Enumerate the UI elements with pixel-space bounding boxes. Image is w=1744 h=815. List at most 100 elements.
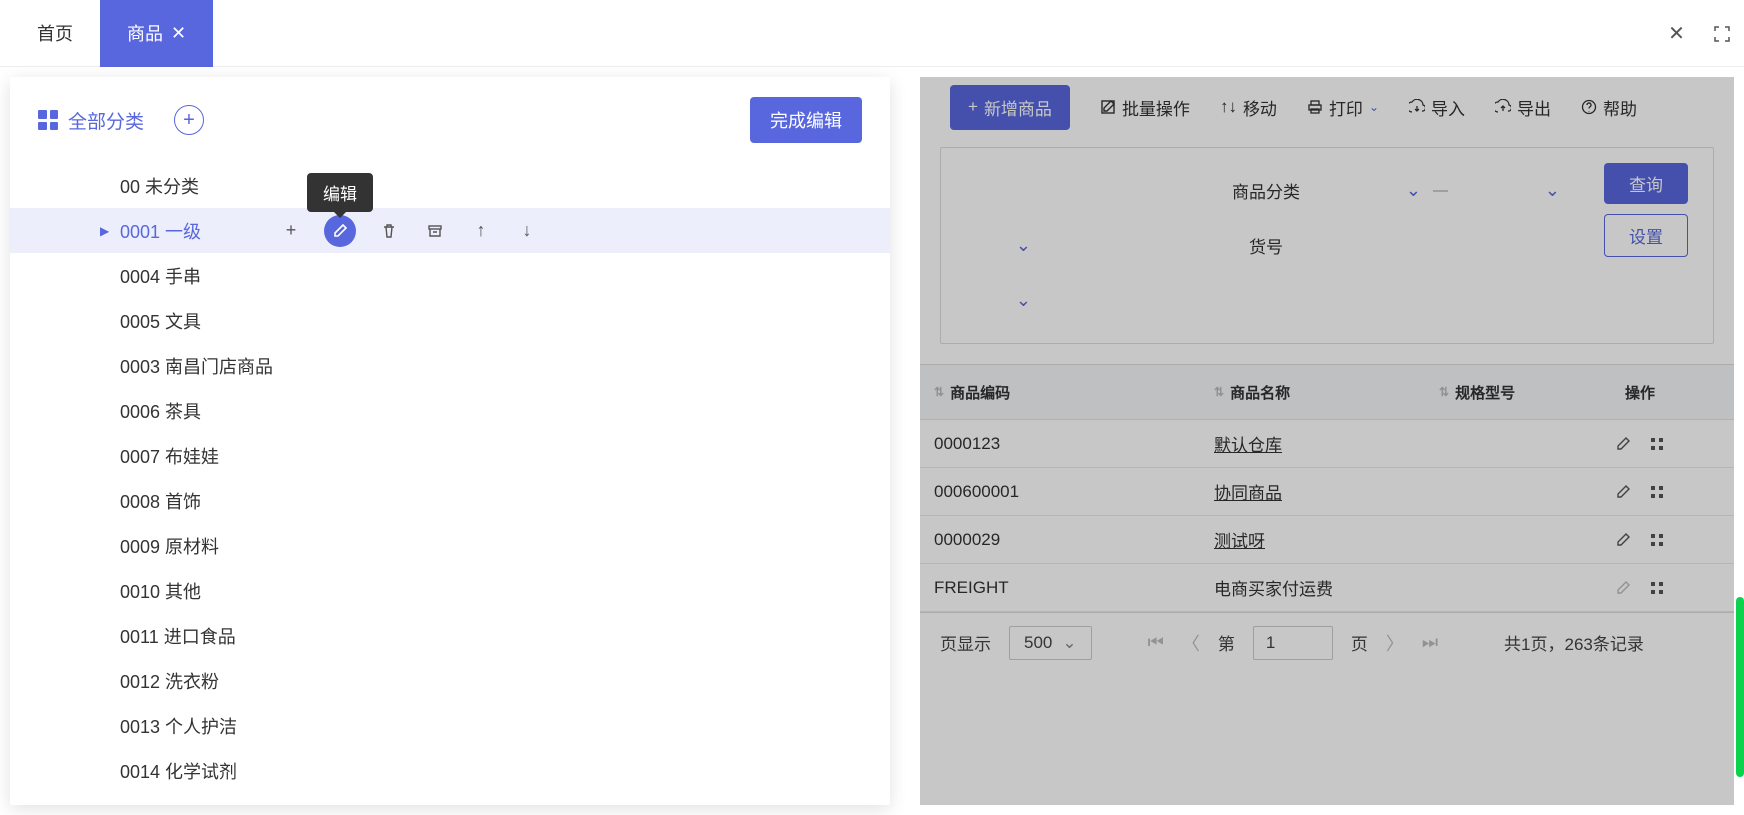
- category-label: 0014 化学试剂: [120, 758, 237, 784]
- category-node[interactable]: 0014 化学试剂: [10, 748, 890, 793]
- row-edit-icon[interactable]: [1615, 436, 1631, 452]
- import-button[interactable]: 导入: [1409, 95, 1465, 120]
- archive-icon[interactable]: [422, 218, 448, 244]
- main-area: + 新增商品 批量操作 ↑↓ 移动 打印 ⌄ 导入 导出: [0, 67, 1744, 815]
- category-node[interactable]: 0006 茶具: [10, 388, 890, 433]
- scrollbar-indicator[interactable]: [1736, 597, 1744, 777]
- category-label: 0005 文具: [120, 308, 201, 334]
- filter-category-select-2[interactable]: ⌄: [1460, 180, 1560, 201]
- category-node[interactable]: 0009 原材料: [10, 523, 890, 568]
- filter-dash: —: [1433, 182, 1448, 199]
- cell-name[interactable]: 协同商品: [1200, 479, 1425, 504]
- category-node[interactable]: 0005 文具: [10, 298, 890, 343]
- print-button[interactable]: 打印 ⌄: [1307, 95, 1379, 120]
- filter-category-select-1[interactable]: ⌄: [1321, 180, 1421, 201]
- cell-ops: [1555, 532, 1725, 548]
- batch-label: 批量操作: [1122, 95, 1190, 120]
- filter-select-b[interactable]: ⌄: [951, 290, 1031, 311]
- query-button[interactable]: 查询: [1604, 163, 1688, 204]
- sort-icon: ⇅: [1439, 385, 1449, 399]
- cell-code: 0000029: [920, 530, 1200, 550]
- move-label: 移动: [1243, 95, 1277, 120]
- export-button[interactable]: 导出: [1495, 95, 1551, 120]
- export-label: 导出: [1517, 95, 1551, 120]
- page-suffix: 页: [1351, 630, 1368, 655]
- per-page-label: 页显示: [940, 630, 991, 655]
- add-category-button[interactable]: +: [174, 105, 204, 135]
- sort-icon: ⇅: [934, 385, 944, 399]
- help-button[interactable]: 帮助: [1581, 95, 1637, 120]
- page-number-input[interactable]: 1: [1253, 626, 1333, 660]
- product-list-panel: + 新增商品 批量操作 ↑↓ 移动 打印 ⌄ 导入 导出: [920, 77, 1734, 805]
- category-label: 00 未分类: [120, 173, 199, 199]
- th-ops-label: 操作: [1625, 382, 1655, 403]
- all-categories-label[interactable]: 全部分类: [68, 107, 144, 134]
- category-label: 0006 茶具: [120, 398, 201, 424]
- category-label: 0007 布娃娃: [120, 443, 219, 469]
- close-panel-icon[interactable]: ✕: [1654, 11, 1699, 56]
- table-row[interactable]: 0000123默认仓库: [920, 420, 1734, 468]
- table-row[interactable]: 000600001协同商品: [920, 468, 1734, 516]
- tab-home[interactable]: 首页: [10, 0, 100, 67]
- batch-action-button[interactable]: 批量操作: [1100, 95, 1190, 120]
- add-product-button[interactable]: + 新增商品: [950, 85, 1070, 130]
- row-edit-icon[interactable]: [1615, 580, 1631, 596]
- tab-close-icon[interactable]: ✕: [171, 23, 186, 44]
- row-more-icon[interactable]: [1649, 436, 1665, 452]
- finish-edit-button[interactable]: 完成编辑: [750, 97, 862, 143]
- fullscreen-icon[interactable]: [1699, 11, 1744, 56]
- delete-icon[interactable]: [376, 218, 402, 244]
- category-label: 0009 原材料: [120, 533, 219, 559]
- category-node[interactable]: 0013 个人护洁: [10, 703, 890, 748]
- pager-summary: 共1页，263条记录: [1504, 630, 1644, 655]
- add-child-icon[interactable]: +: [278, 218, 304, 244]
- category-tree[interactable]: 00 未分类▶0001 一级+编辑↑↓0004 手串0005 文具0003 南昌…: [10, 163, 890, 811]
- pager-prev-icon[interactable]: 〈: [1182, 630, 1200, 656]
- row-edit-icon[interactable]: [1615, 532, 1631, 548]
- per-page-select[interactable]: 500 ⌄: [1009, 626, 1092, 660]
- category-node[interactable]: 0011 进口食品: [10, 613, 890, 658]
- category-node[interactable]: 0010 其他: [10, 568, 890, 613]
- th-name-label: 商品名称: [1230, 382, 1290, 403]
- category-node[interactable]: 0004 手串: [10, 253, 890, 298]
- table-row[interactable]: 0000029测试呀: [920, 516, 1734, 564]
- cell-ops: [1555, 580, 1725, 596]
- category-label: 0001 一级: [120, 218, 201, 244]
- cell-name[interactable]: 默认仓库: [1200, 431, 1425, 456]
- tab-product[interactable]: 商品 ✕: [100, 0, 213, 67]
- table-header: ⇅商品编码 ⇅商品名称 ⇅规格型号 操作: [920, 365, 1734, 420]
- category-node[interactable]: 0007 布娃娃: [10, 433, 890, 478]
- filter-select-a[interactable]: ⌄: [951, 235, 1031, 256]
- pager-first-icon[interactable]: ⏮: [1148, 632, 1164, 653]
- cell-name[interactable]: 测试呀: [1200, 527, 1425, 552]
- th-code[interactable]: ⇅ 商品编码: [920, 382, 1200, 403]
- category-node[interactable]: 0012 洗衣粉: [10, 658, 890, 703]
- category-node[interactable]: 0003 南昌门店商品: [10, 343, 890, 388]
- row-more-icon[interactable]: [1649, 580, 1665, 596]
- chevron-down-icon: ⌄: [1369, 100, 1379, 114]
- row-more-icon[interactable]: [1649, 532, 1665, 548]
- tab-home-label: 首页: [37, 20, 73, 46]
- product-toolbar: + 新增商品 批量操作 ↑↓ 移动 打印 ⌄ 导入 导出: [920, 77, 1734, 137]
- pager-last-icon[interactable]: ⏭: [1422, 632, 1438, 653]
- category-node[interactable]: 00 未分类: [10, 163, 890, 208]
- settings-button[interactable]: 设置: [1604, 214, 1688, 257]
- category-node[interactable]: 0008 首饰: [10, 478, 890, 523]
- category-node[interactable]: ▶0001 一级+编辑↑↓: [10, 208, 890, 253]
- th-code-label: 商品编码: [950, 382, 1010, 403]
- add-product-label: 新增商品: [984, 95, 1052, 120]
- th-spec[interactable]: ⇅规格型号: [1425, 382, 1555, 403]
- category-editor-panel: 全部分类 + 完成编辑 00 未分类▶0001 一级+编辑↑↓0004 手串00…: [10, 77, 890, 805]
- move-up-icon[interactable]: ↑: [468, 218, 494, 244]
- cell-code: 000600001: [920, 482, 1200, 502]
- move-button[interactable]: ↑↓ 移动: [1220, 95, 1277, 120]
- pager-next-icon[interactable]: 〉: [1386, 630, 1404, 656]
- table-row[interactable]: FREIGHT电商买家付运费: [920, 564, 1734, 612]
- th-name[interactable]: ⇅商品名称: [1200, 382, 1425, 403]
- row-edit-icon[interactable]: [1615, 484, 1631, 500]
- caret-right-icon: ▶: [100, 224, 109, 238]
- row-more-icon[interactable]: [1649, 484, 1665, 500]
- top-right-icons: ✕: [1654, 0, 1744, 67]
- chevron-down-icon: ⌄: [1062, 633, 1076, 653]
- move-down-icon[interactable]: ↓: [514, 218, 540, 244]
